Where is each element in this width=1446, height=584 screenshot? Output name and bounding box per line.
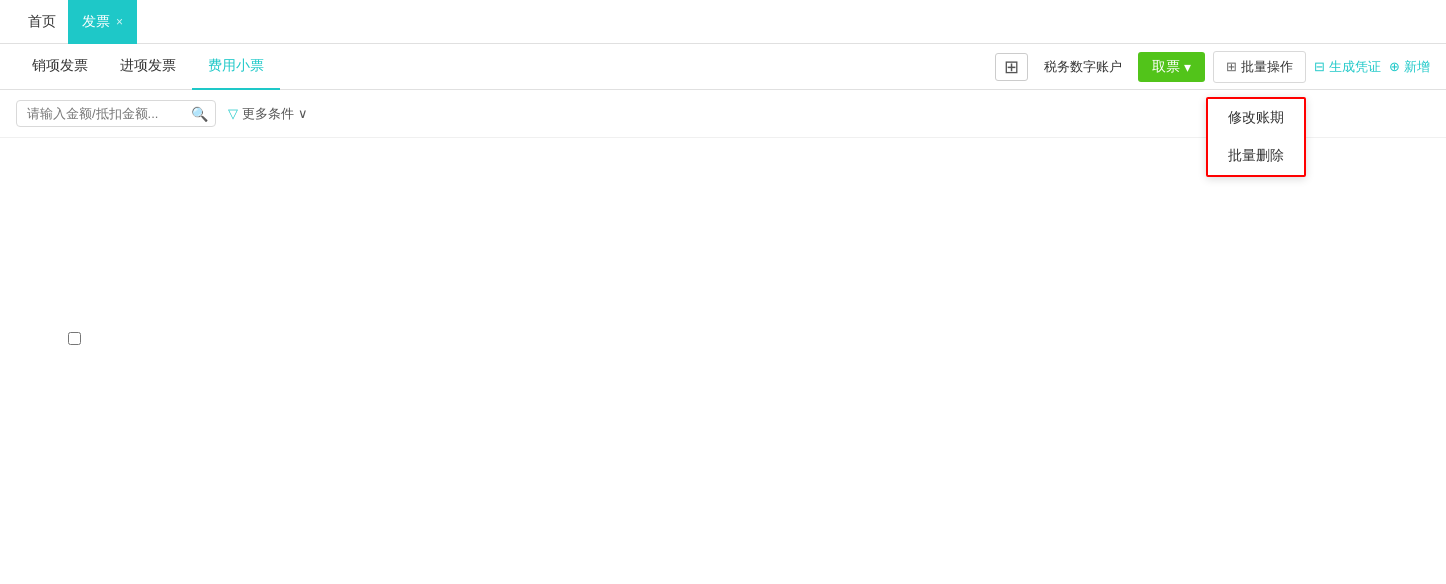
col-deduct-sort: ▲▼ xyxy=(1360,328,1370,348)
tax-digital-button[interactable]: 税务数字账户 xyxy=(1036,54,1130,80)
invoice-tab-close[interactable]: × xyxy=(116,15,123,29)
batch-dropdown-menu: 修改账期 批量删除 xyxy=(1206,97,1306,177)
tab-purchase-invoice[interactable]: 进项发票 xyxy=(104,44,192,90)
sub-tabs-bar: 销项发票 进项发票 费用小票 ⊞ 税务数字账户 取票 ▾ ⊞ 批量操作 修改账期… xyxy=(0,44,1446,90)
col-deduct-amount[interactable]: 抵扣金额 ▲▼ xyxy=(1237,328,1438,348)
col-checkbox[interactable] xyxy=(56,332,92,345)
col-amount[interactable]: 金额 ▲▼ xyxy=(897,328,1098,348)
filter-icon: ▽ xyxy=(228,106,238,121)
voucher-icon: ⊟ xyxy=(1314,59,1325,74)
col-type-sort: ▲▼ xyxy=(449,328,459,348)
col-voucher-sort: ▲▼ xyxy=(209,328,219,348)
invoice-tab[interactable]: 发票 × xyxy=(68,0,137,44)
modify-period-item[interactable]: 修改账期 xyxy=(1208,99,1304,137)
col-amount-sort: ▲▼ xyxy=(1008,328,1018,348)
col-voucher[interactable]: 凭证 ▽ ▲▼ xyxy=(92,328,293,348)
home-nav-item[interactable]: 首页 xyxy=(16,13,68,31)
table-header: ⚙ 凭证 ▽ ▲▼ 费用类型 ▲▼ 张数 ▲▼ 单据日期 ▲▼ 金额 ▲▼ 抵扣… xyxy=(0,138,1446,538)
search-input[interactable] xyxy=(16,100,216,127)
more-filter-label: 更多条件 xyxy=(242,105,294,123)
search-button[interactable]: 🔍 xyxy=(191,106,208,122)
toolbar-right: ⊞ 税务数字账户 取票 ▾ ⊞ 批量操作 修改账期 批量删除 ⊟ 生成凭证 ⊕ … xyxy=(995,51,1430,83)
col-count-sort: ▲▼ xyxy=(637,328,647,348)
qupiao-arrow-icon: ▾ xyxy=(1184,59,1191,75)
col-date-label: 单据日期 xyxy=(764,329,816,347)
invoice-tab-label: 发票 xyxy=(82,13,110,31)
batch-ops-icon: ⊞ xyxy=(1226,59,1237,74)
col-deduct-label: 抵扣金额 xyxy=(1304,329,1356,347)
col-rate-sort: ▲▼ xyxy=(1184,328,1194,348)
col-deduct-rate[interactable]: 抵扣率 ▲▼ xyxy=(1099,328,1237,348)
qr-button[interactable]: ⊞ xyxy=(995,53,1028,81)
col-count[interactable]: 张数 ▲▼ xyxy=(558,328,696,348)
col-expense-type[interactable]: 费用类型 ▲▼ xyxy=(293,328,557,348)
generate-voucher-button[interactable]: ⊟ 生成凭证 xyxy=(1314,58,1381,76)
add-button[interactable]: ⊕ 新增 xyxy=(1389,58,1430,76)
tab-sales-invoice[interactable]: 销项发票 xyxy=(16,44,104,90)
top-navigation: 首页 发票 × xyxy=(0,0,1446,44)
tab-expense-receipt[interactable]: 费用小票 xyxy=(192,44,280,90)
add-icon: ⊕ xyxy=(1389,59,1400,74)
batch-ops-wrapper: ⊞ 批量操作 修改账期 批量删除 xyxy=(1213,51,1306,83)
batch-delete-item[interactable]: 批量删除 xyxy=(1208,137,1304,175)
col-rate-label: 抵扣率 xyxy=(1141,329,1180,347)
add-label: 新增 xyxy=(1404,58,1430,76)
col-voucher-label: 凭证 xyxy=(167,329,193,347)
col-type-label: 费用类型 xyxy=(393,329,445,347)
qupiao-button[interactable]: 取票 ▾ xyxy=(1138,52,1205,82)
col-date[interactable]: 单据日期 ▲▼ xyxy=(696,328,897,348)
more-filter-button[interactable]: ▽ 更多条件 ∨ xyxy=(228,105,308,123)
empty-state: 暂无数据 xyxy=(0,538,1446,584)
col-gear[interactable]: ⚙ xyxy=(8,331,56,346)
batch-ops-label: 批量操作 xyxy=(1241,58,1293,76)
col-voucher-filter: ▽ xyxy=(197,332,205,345)
search-wrap: 🔍 xyxy=(16,100,216,127)
voucher-label: 生成凭证 xyxy=(1329,58,1381,76)
col-count-label: 张数 xyxy=(607,329,633,347)
gear-icon: ⚙ xyxy=(26,331,38,346)
batch-ops-button[interactable]: ⊞ 批量操作 xyxy=(1213,51,1306,83)
col-amount-label: 金额 xyxy=(978,329,1004,347)
col-date-sort: ▲▼ xyxy=(820,328,830,348)
select-all-checkbox[interactable] xyxy=(68,332,81,345)
more-filter-chevron: ∨ xyxy=(298,106,308,121)
qupiao-label: 取票 xyxy=(1152,58,1180,76)
